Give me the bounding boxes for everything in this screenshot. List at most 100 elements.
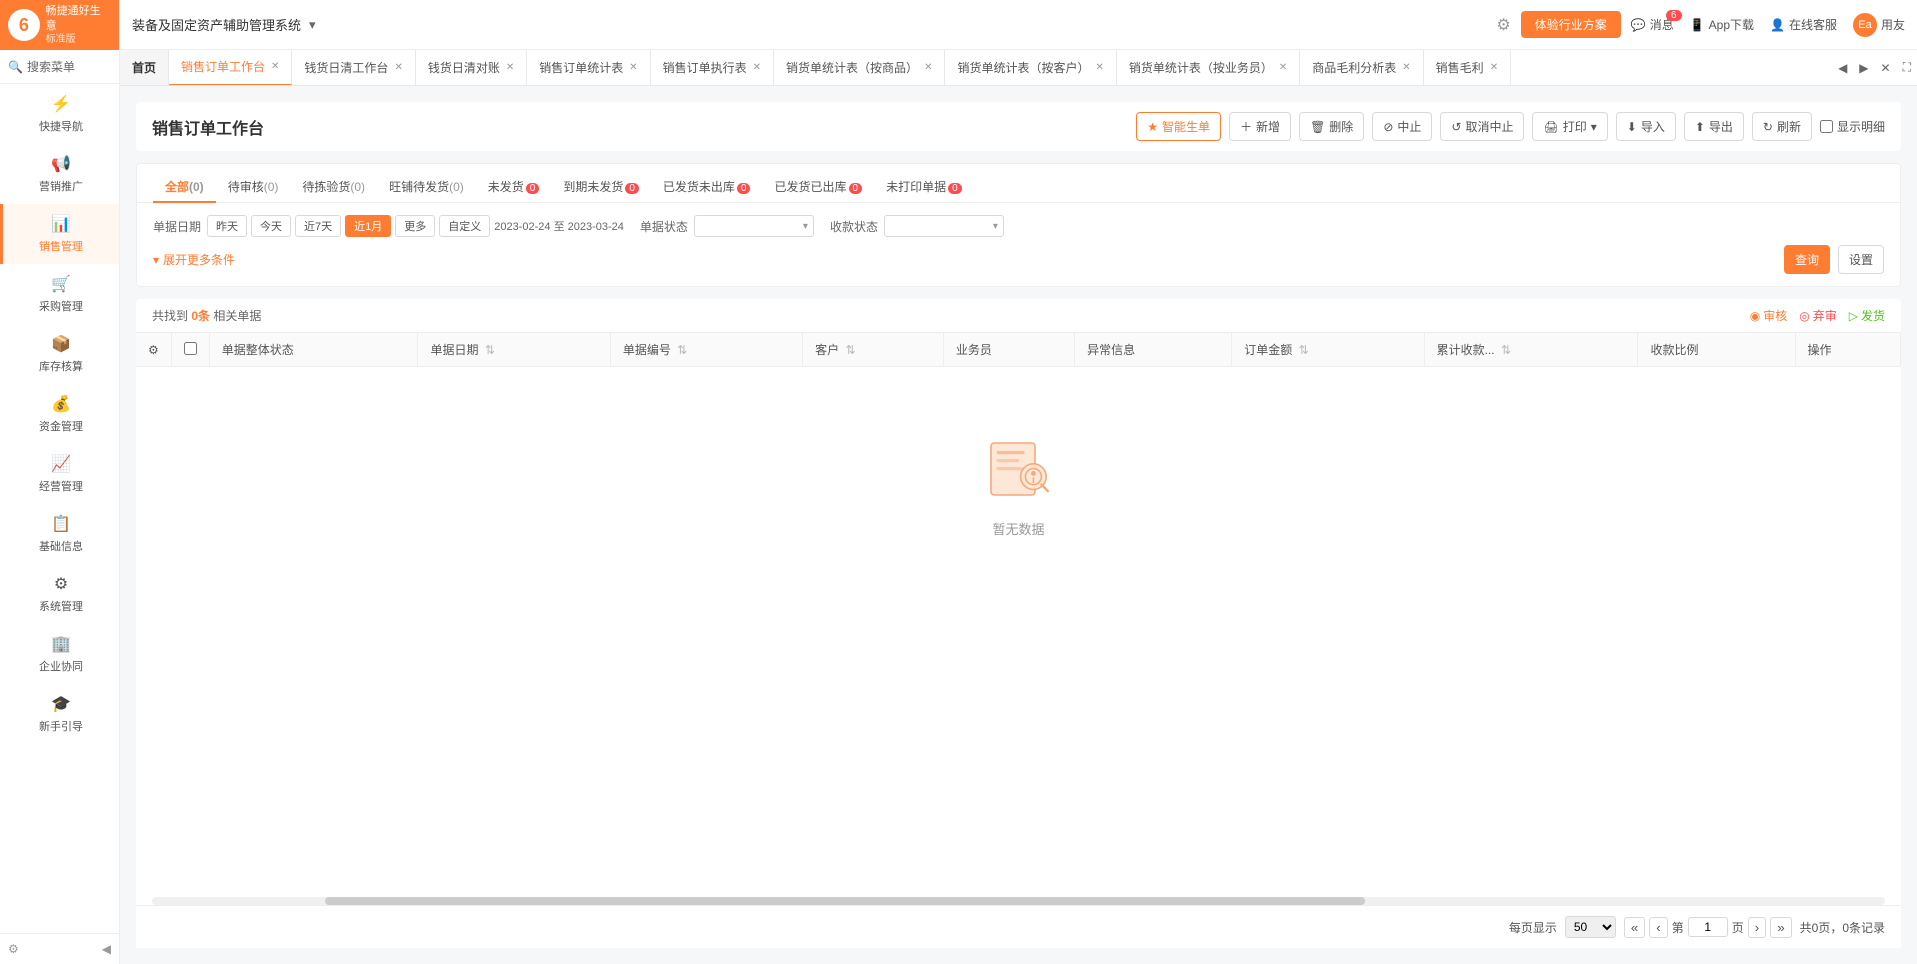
filter-tab-shipped-out[interactable]: 已发货已出库0 xyxy=(762,172,874,203)
search-menu[interactable]: 🔍 搜索菜单 xyxy=(0,50,119,84)
filter-tab-all[interactable]: 全部(0) xyxy=(153,172,216,203)
online-service-action[interactable]: 👤 在线客服 xyxy=(1770,16,1837,33)
tab-next-arrow[interactable]: ▶ xyxy=(1853,50,1874,86)
th-customer[interactable]: 客户 ⇅ xyxy=(803,333,944,367)
app-download-action[interactable]: 📱 App下载 xyxy=(1690,16,1754,33)
th-checkbox[interactable] xyxy=(171,333,209,367)
sidebar-item-enterprise[interactable]: 🏢 企业协同 xyxy=(0,624,119,684)
new-button[interactable]: ＋ 新增 xyxy=(1229,112,1291,141)
sidebar-item-marketing[interactable]: 📢 营销推广 xyxy=(0,144,119,204)
page-first-btn[interactable]: « xyxy=(1624,917,1645,938)
sidebar-item-inventory[interactable]: 📦 库存核算 xyxy=(0,324,119,384)
payment-select[interactable] xyxy=(884,215,1004,237)
filter-tab-pending-inspect[interactable]: 待拣验货(0) xyxy=(290,172,377,203)
import-button[interactable]: ⬇ 导入 xyxy=(1616,112,1676,141)
show-detail-checkbox[interactable]: 显示明细 xyxy=(1820,118,1885,135)
filter-tab-shipped-not-out[interactable]: 已发货未出库0 xyxy=(651,172,763,203)
page-prev-btn[interactable]: ‹ xyxy=(1649,917,1667,938)
filter-tab-pending-review[interactable]: 待审核(0) xyxy=(216,172,291,203)
tab-close-icon[interactable]: ✕ xyxy=(1095,62,1103,73)
sidebar-item-system[interactable]: ⚙ 系统管理 xyxy=(0,564,119,624)
footer-settings-icon[interactable]: ⚙ xyxy=(8,942,19,956)
sidebar-item-guide[interactable]: 🎓 新手引导 xyxy=(0,684,119,744)
th-settings[interactable]: ⚙ xyxy=(136,333,171,367)
page-number-input[interactable] xyxy=(1688,917,1728,937)
tab-close-icon[interactable]: ✕ xyxy=(1279,62,1287,73)
th-salesperson: 业务员 xyxy=(943,333,1074,367)
date-btn-custom[interactable]: 自定义 xyxy=(439,215,490,237)
message-action[interactable]: 💬 6 消息 xyxy=(1631,16,1674,33)
tab-close-icon[interactable]: ✕ xyxy=(924,62,932,73)
page-next-btn[interactable]: › xyxy=(1748,917,1766,938)
select-all-checkbox[interactable] xyxy=(184,342,197,355)
tab-close-icon[interactable]: ✕ xyxy=(1490,62,1498,73)
sidebar-item-purchase[interactable]: 🛒 采购管理 xyxy=(0,264,119,324)
tab-sales-summary-prod[interactable]: 销货单统计表（按商品） ✕ xyxy=(774,50,945,86)
tab-prev-arrow[interactable]: ◀ xyxy=(1832,50,1853,86)
tab-close-icon[interactable]: ✕ xyxy=(506,62,514,73)
tab-home[interactable]: 首页 xyxy=(120,50,169,86)
ship-action[interactable]: ▷ 发货 xyxy=(1849,307,1885,324)
date-btn-7days[interactable]: 近7天 xyxy=(295,215,341,237)
refresh-button[interactable]: ↻ 刷新 xyxy=(1752,112,1812,141)
delete-button[interactable]: 🗑 删除 xyxy=(1299,112,1364,141)
system-dropdown[interactable]: ▾ xyxy=(309,17,316,33)
print-button[interactable]: 🖨 打印 ▾ xyxy=(1532,112,1607,141)
tab-sales-summary-cust[interactable]: 销货单统计表（按客户） ✕ xyxy=(945,50,1116,86)
show-detail-input[interactable] xyxy=(1820,120,1833,133)
stop-button[interactable]: ⊘ 中止 xyxy=(1372,112,1432,141)
tab-gross-margin[interactable]: 商品毛利分析表 ✕ xyxy=(1300,50,1423,86)
date-btn-1month[interactable]: 近1月 xyxy=(345,215,391,237)
th-date[interactable]: 单据日期 ⇅ xyxy=(418,333,610,367)
sidebar-item-sales[interactable]: 📊 销售管理 xyxy=(0,204,119,264)
tab-close-icon[interactable]: ✕ xyxy=(629,62,637,73)
date-btn-yesterday[interactable]: 昨天 xyxy=(207,215,247,237)
th-amount[interactable]: 订单金额 ⇅ xyxy=(1232,333,1424,367)
tab-sales-summary-staff[interactable]: 销货单统计表（按业务员） ✕ xyxy=(1117,50,1300,86)
solution-button[interactable]: 体验行业方案 xyxy=(1521,11,1621,38)
date-btn-more[interactable]: 更多 xyxy=(395,215,435,237)
cancel-stop-button[interactable]: ↺ 取消中止 xyxy=(1440,112,1524,141)
tab-sales-profit[interactable]: 销售毛利 ✕ xyxy=(1424,50,1511,86)
expand-button[interactable]: ▾ 展开更多条件 xyxy=(153,251,235,268)
reject-action[interactable]: ◎ 弃审 xyxy=(1799,307,1837,324)
filter-tab-overdue-ship[interactable]: 到期未发货0 xyxy=(551,172,651,203)
tab-close-icon[interactable]: ✕ xyxy=(394,62,402,73)
tab-cash-reconcile[interactable]: 钱货日清对账 ✕ xyxy=(416,50,527,86)
date-btn-today[interactable]: 今天 xyxy=(251,215,291,237)
date-range: 2023-02-24 至 2023-03-24 xyxy=(494,218,624,234)
sidebar-item-basic-info[interactable]: 📋 基础信息 xyxy=(0,504,119,564)
filter-tab-not-shipped[interactable]: 未发货0 xyxy=(476,172,552,203)
page-last-btn[interactable]: » xyxy=(1770,917,1791,938)
user-action[interactable]: Ea 用友 xyxy=(1853,13,1905,37)
tab-cash-daily[interactable]: 钱货日清工作台 ✕ xyxy=(292,50,415,86)
tab-sales-workbench[interactable]: 销售订单工作台 ✕ xyxy=(169,50,292,86)
filter-tab-wangpu-ship[interactable]: 旺铺待发货(0) xyxy=(377,172,476,203)
tab-fullscreen[interactable]: ⛶ xyxy=(1897,50,1917,86)
filter-tab-not-printed[interactable]: 未打印单据0 xyxy=(874,172,974,203)
export-button[interactable]: ⬆ 导出 xyxy=(1684,112,1744,141)
sidebar-item-operations[interactable]: 📈 经营管理 xyxy=(0,444,119,504)
tab-close-all[interactable]: ✕ xyxy=(1875,50,1897,86)
th-collected[interactable]: 累计收款... ⇅ xyxy=(1424,333,1638,367)
tab-sales-exec[interactable]: 销售订单执行表 ✕ xyxy=(651,50,774,86)
smart-create-button[interactable]: ★ 智能生单 xyxy=(1136,112,1221,141)
footer-collapse-icon[interactable]: ◀ xyxy=(102,942,111,956)
tab-close-icon[interactable]: ✕ xyxy=(271,61,279,72)
topbar-settings-icon[interactable]: ⚙ xyxy=(1496,15,1510,35)
table-scroll[interactable]: ⚙ 单据整体状态 单据日期 ⇅ 单据编号 ⇅ xyxy=(136,333,1901,897)
tab-close-icon[interactable]: ✕ xyxy=(1402,62,1410,73)
page-size-select[interactable]: 50 20 100 xyxy=(1565,916,1616,938)
sidebar-item-quick-nav[interactable]: ⚡ 快捷导航 xyxy=(0,84,119,144)
scrollbar-thumb[interactable] xyxy=(325,897,1365,905)
status-select[interactable] xyxy=(694,215,814,237)
th-number[interactable]: 单据编号 ⇅ xyxy=(610,333,802,367)
audit-action[interactable]: ◉ 审核 xyxy=(1750,307,1788,324)
tab-close-icon[interactable]: ✕ xyxy=(753,62,761,73)
tab-sales-stats[interactable]: 销售订单统计表 ✕ xyxy=(527,50,650,86)
filter-settings-button[interactable]: 设置 xyxy=(1838,245,1884,274)
query-button[interactable]: 查询 xyxy=(1784,245,1830,274)
sidebar-item-finance[interactable]: 💰 资金管理 xyxy=(0,384,119,444)
purchase-icon: 🛒 xyxy=(51,274,71,294)
table-scrollbar[interactable] xyxy=(152,897,1885,905)
